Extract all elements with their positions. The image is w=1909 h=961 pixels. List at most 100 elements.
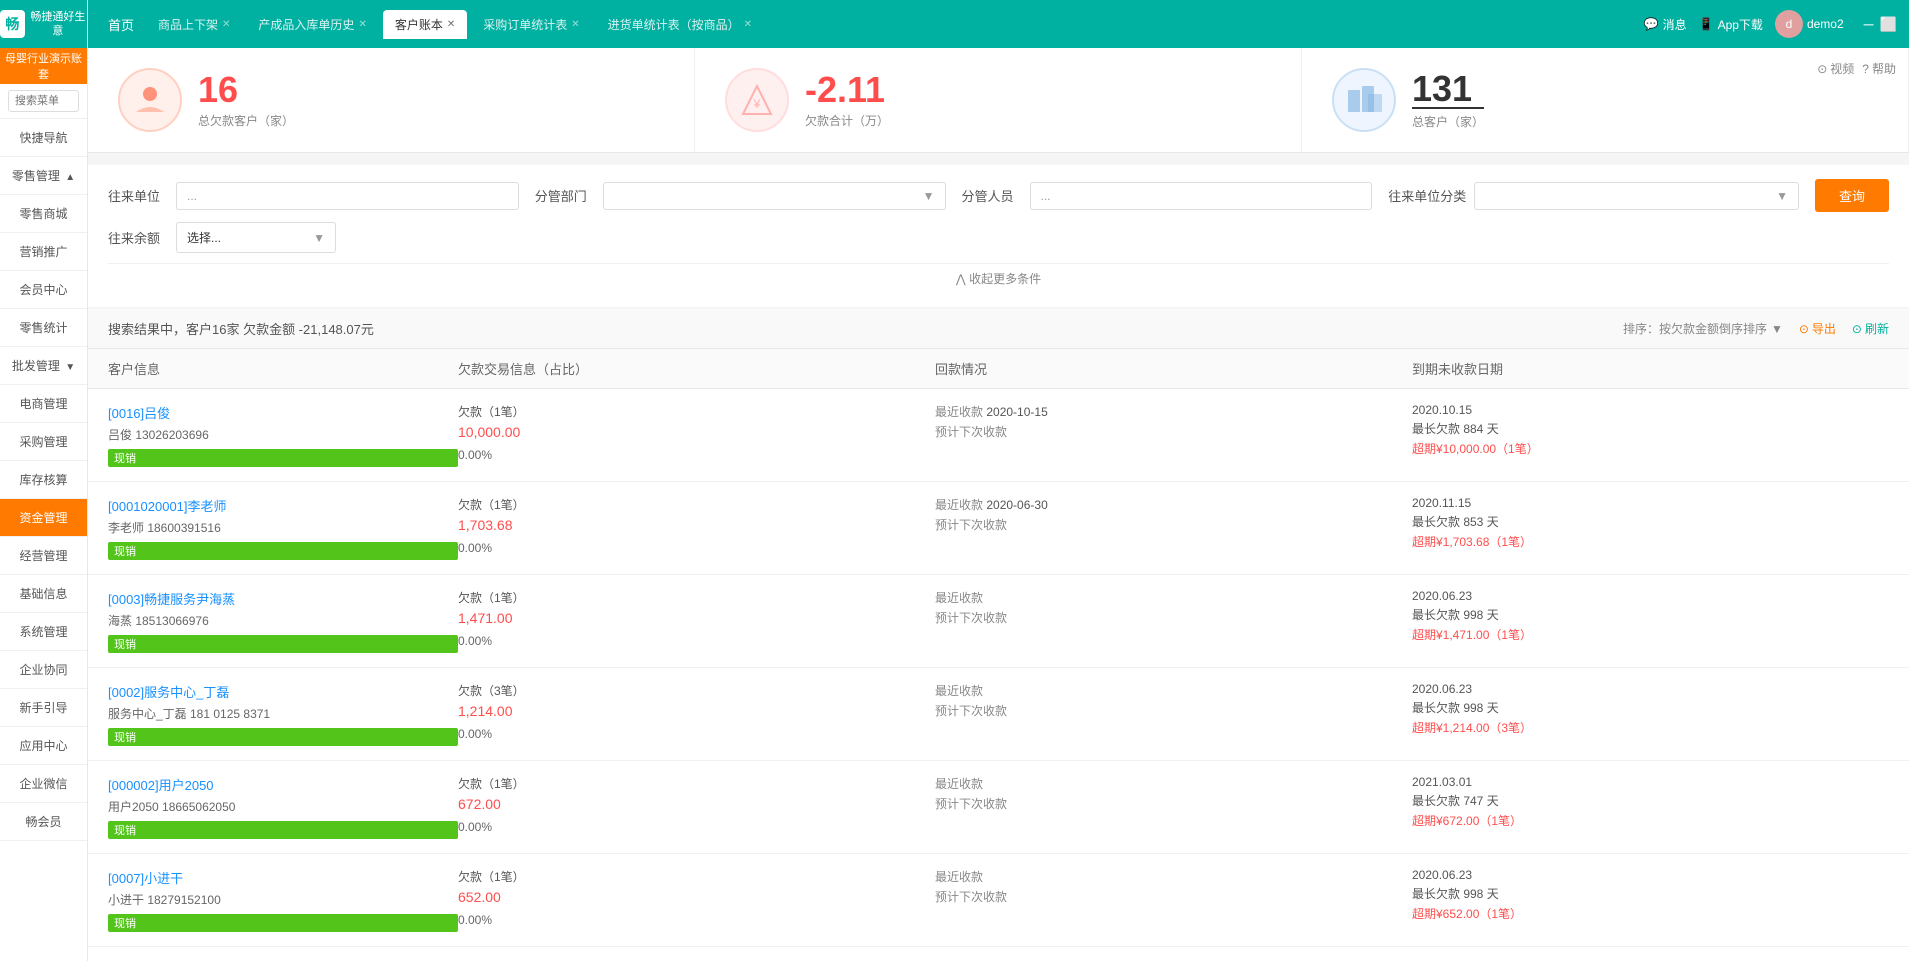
balance-select[interactable]: 选择... ▼ <box>176 222 336 253</box>
debt-info-cell: 欠款（1笔） 1,703.68 0.00% <box>458 496 935 555</box>
stat-top-right: ⊙ 视频 ? 帮助 <box>1817 60 1896 77</box>
tab-product-offline[interactable]: 商品上下架 ✕ <box>146 10 242 39</box>
overdue-link[interactable]: 超期¥672.00（1笔） <box>1412 812 1889 829</box>
debt-count: 欠款（1笔） <box>458 868 935 885</box>
customer-name-link[interactable]: [0003]畅捷服务尹海蒸 <box>108 589 458 608</box>
chevron-down-icon: ▼ <box>1771 322 1783 336</box>
message-icon: 💬 <box>1644 17 1659 31</box>
customer-name-link[interactable]: [0001020001]李老师 <box>108 496 458 515</box>
table: 客户信息 欠款交易信息（占比） 回款情况 到期未收款日期 [0016]吕俊 吕俊… <box>88 349 1909 961</box>
sidebar-item-retail-mgmt[interactable]: 零售管理 ▲ <box>0 157 87 195</box>
sidebar-item-inventory[interactable]: 库存核算 <box>0 461 87 499</box>
results-bar: 搜索结果中，客户16家 欠款金额 -21,148.07元 排序：按欠款金额倒序排… <box>88 309 1909 349</box>
overdue-link[interactable]: 超期¥1,214.00（3笔） <box>1412 719 1889 736</box>
sidebar-item-retail-stat[interactable]: 零售统计 <box>0 309 87 347</box>
debt-amount[interactable]: 1,214.00 <box>458 703 935 719</box>
sidebar-item-app-center[interactable]: 应用中心 <box>0 727 87 765</box>
table-row: [0016]吕俊 吕俊 13026203696 现销 欠款（1笔） 10,000… <box>88 389 1909 482</box>
sidebar-item-member[interactable]: 会员中心 <box>0 271 87 309</box>
tab-product-history[interactable]: 产成品入库单历史 ✕ <box>246 10 378 39</box>
close-icon[interactable]: ✕ <box>744 19 752 30</box>
customer-phone: 用户2050 18665062050 <box>108 798 458 815</box>
debt-pct: 0.00% <box>458 820 935 834</box>
sidebar-item-batch-mgmt[interactable]: 批发管理 ▼ <box>0 347 87 385</box>
debt-amount[interactable]: 10,000.00 <box>458 424 935 440</box>
debt-amount[interactable]: 1,471.00 <box>458 610 935 626</box>
debt-count: 欠款（1笔） <box>458 403 935 420</box>
app-download-btn[interactable]: 📱 App下载 <box>1699 16 1763 33</box>
tab-home[interactable]: 首页 <box>100 9 142 40</box>
sidebar-item-basic-info[interactable]: 基础信息 <box>0 575 87 613</box>
user-menu[interactable]: d demo2 <box>1775 10 1844 38</box>
debt-amount[interactable]: 652.00 <box>458 889 935 905</box>
stat-debt-customers: 16 总欠款客户（家） <box>88 48 695 152</box>
debt-info-cell: 欠款（1笔） 10,000.00 0.00% <box>458 403 935 462</box>
filter-row-1: 往来单位 ... 分管部门 ▼ 分管人员 ... <box>108 179 1889 212</box>
total-customers-label: 总客户（家） <box>1412 113 1484 130</box>
video-btn[interactable]: ⊙ 视频 <box>1817 60 1854 77</box>
sidebar-logo: 畅 畅捷通好生意 <box>0 0 87 48</box>
message-btn[interactable]: 💬 消息 <box>1644 16 1687 33</box>
customer-phone: 小进干 18279152100 <box>108 891 458 908</box>
overdue-link[interactable]: 超期¥1,703.68（1笔） <box>1412 533 1889 550</box>
query-button[interactable]: 查询 <box>1815 179 1889 212</box>
debt-pct: 0.00% <box>458 448 935 462</box>
sidebar-item-sys-mgmt[interactable]: 系统管理 <box>0 613 87 651</box>
sidebar-item-corp-wechat[interactable]: 企业微信 <box>0 765 87 803</box>
sidebar-item-purchase-mgmt[interactable]: 采购管理 <box>0 423 87 461</box>
stat-debt-customers-content: 16 总欠款客户（家） <box>198 72 294 129</box>
collapse-filters-btn[interactable]: ⋀ 收起更多条件 <box>108 263 1889 293</box>
tab-purchase-order[interactable]: 采购订单统计表 ✕ <box>471 10 591 39</box>
minimize-icon[interactable]: ─ <box>1864 16 1874 33</box>
table-row: [0006]去下粮仓 陈小希 现销 欠款（1笔） 455.90 0.00% 最近… <box>88 947 1909 961</box>
dept-select[interactable]: ▼ <box>603 182 946 210</box>
return-info-cell: 最近收款 2020-06-30 预计下次收款 <box>935 496 1412 533</box>
sidebar-item-corp-collab[interactable]: 企业协同 <box>0 651 87 689</box>
chevron-down-icon: ▼ <box>65 362 75 373</box>
customer-phone: 海蒸 18513066976 <box>108 612 458 629</box>
maximize-icon[interactable]: ⬜ <box>1880 16 1897 33</box>
close-icon[interactable]: ✕ <box>222 19 230 30</box>
customer-name-link[interactable]: [0002]服务中心_丁磊 <box>108 682 458 701</box>
debt-amount[interactable]: 1,703.68 <box>458 517 935 533</box>
stats-bar: 16 总欠款客户（家） ¥ -2.11 欠款合计（万） ⊙ 视频 ? 帮助 <box>88 48 1909 153</box>
person-input[interactable]: ... <box>1030 182 1373 210</box>
sort-select[interactable]: 排序：按欠款金额倒序排序 ▼ <box>1623 320 1783 337</box>
export-icon: ⊙ <box>1799 322 1809 336</box>
tab-customer-account[interactable]: 客户账本 ✕ <box>383 10 467 39</box>
debt-amount[interactable]: 672.00 <box>458 796 935 812</box>
sidebar-item-retail-mall[interactable]: 零售商城 <box>0 195 87 233</box>
sidebar-item-fund-mgmt[interactable]: 资金管理 <box>0 499 87 537</box>
customer-name-link[interactable]: [0007]小进干 <box>108 868 458 887</box>
customer-name-link[interactable]: [0016]吕俊 <box>108 403 458 422</box>
refresh-btn[interactable]: ⊙ 刷新 <box>1852 320 1889 337</box>
customer-name-link[interactable]: [000002]用户2050 <box>108 775 458 794</box>
chevron-down-icon: ▼ <box>923 189 935 203</box>
sidebar-item-new-guide[interactable]: 新手引导 <box>0 689 87 727</box>
search-input[interactable] <box>8 90 79 112</box>
help-btn[interactable]: ? 帮助 <box>1862 60 1896 77</box>
col-customer-info: 客户信息 <box>108 359 458 378</box>
overdue-link[interactable]: 超期¥10,000.00（1笔） <box>1412 440 1889 457</box>
overdue-link[interactable]: 超期¥652.00（1笔） <box>1412 905 1889 922</box>
sidebar-item-ecom-mgmt[interactable]: 电商管理 <box>0 385 87 423</box>
app-subtitle[interactable]: 母婴行业演示账套 <box>0 48 87 84</box>
source-unit-input[interactable]: ... <box>176 182 519 210</box>
main-area: 首页 商品上下架 ✕ 产成品入库单历史 ✕ 客户账本 ✕ 采购订单统计表 ✕ 进… <box>88 0 1909 961</box>
unit-category-select[interactable]: ▼ <box>1474 182 1799 210</box>
customer-phone: 吕俊 13026203696 <box>108 426 458 443</box>
customer-phone: 服务中心_丁磊 181 0125 8371 <box>108 705 458 722</box>
col-debt-info: 欠款交易信息（占比） <box>458 359 935 378</box>
close-icon[interactable]: ✕ <box>358 19 366 30</box>
sidebar-item-biz-mgmt[interactable]: 经营管理 <box>0 537 87 575</box>
close-icon[interactable]: ✕ <box>447 19 455 30</box>
overdue-link[interactable]: 超期¥1,471.00（1笔） <box>1412 626 1889 643</box>
debt-count: 欠款（1笔） <box>458 589 935 606</box>
tab-purchase-stat[interactable]: 进货单统计表（按商品） ✕ <box>596 10 764 39</box>
sidebar-item-quick-nav[interactable]: 快捷导航 <box>0 119 87 157</box>
sidebar-item-member-vip[interactable]: 畅会员 <box>0 803 87 841</box>
debt-amount-icon: ¥ <box>725 68 789 132</box>
close-icon[interactable]: ✕ <box>571 19 579 30</box>
sidebar-item-marketing[interactable]: 营销推广 <box>0 233 87 271</box>
export-btn[interactable]: ⊙ 导出 <box>1799 320 1836 337</box>
